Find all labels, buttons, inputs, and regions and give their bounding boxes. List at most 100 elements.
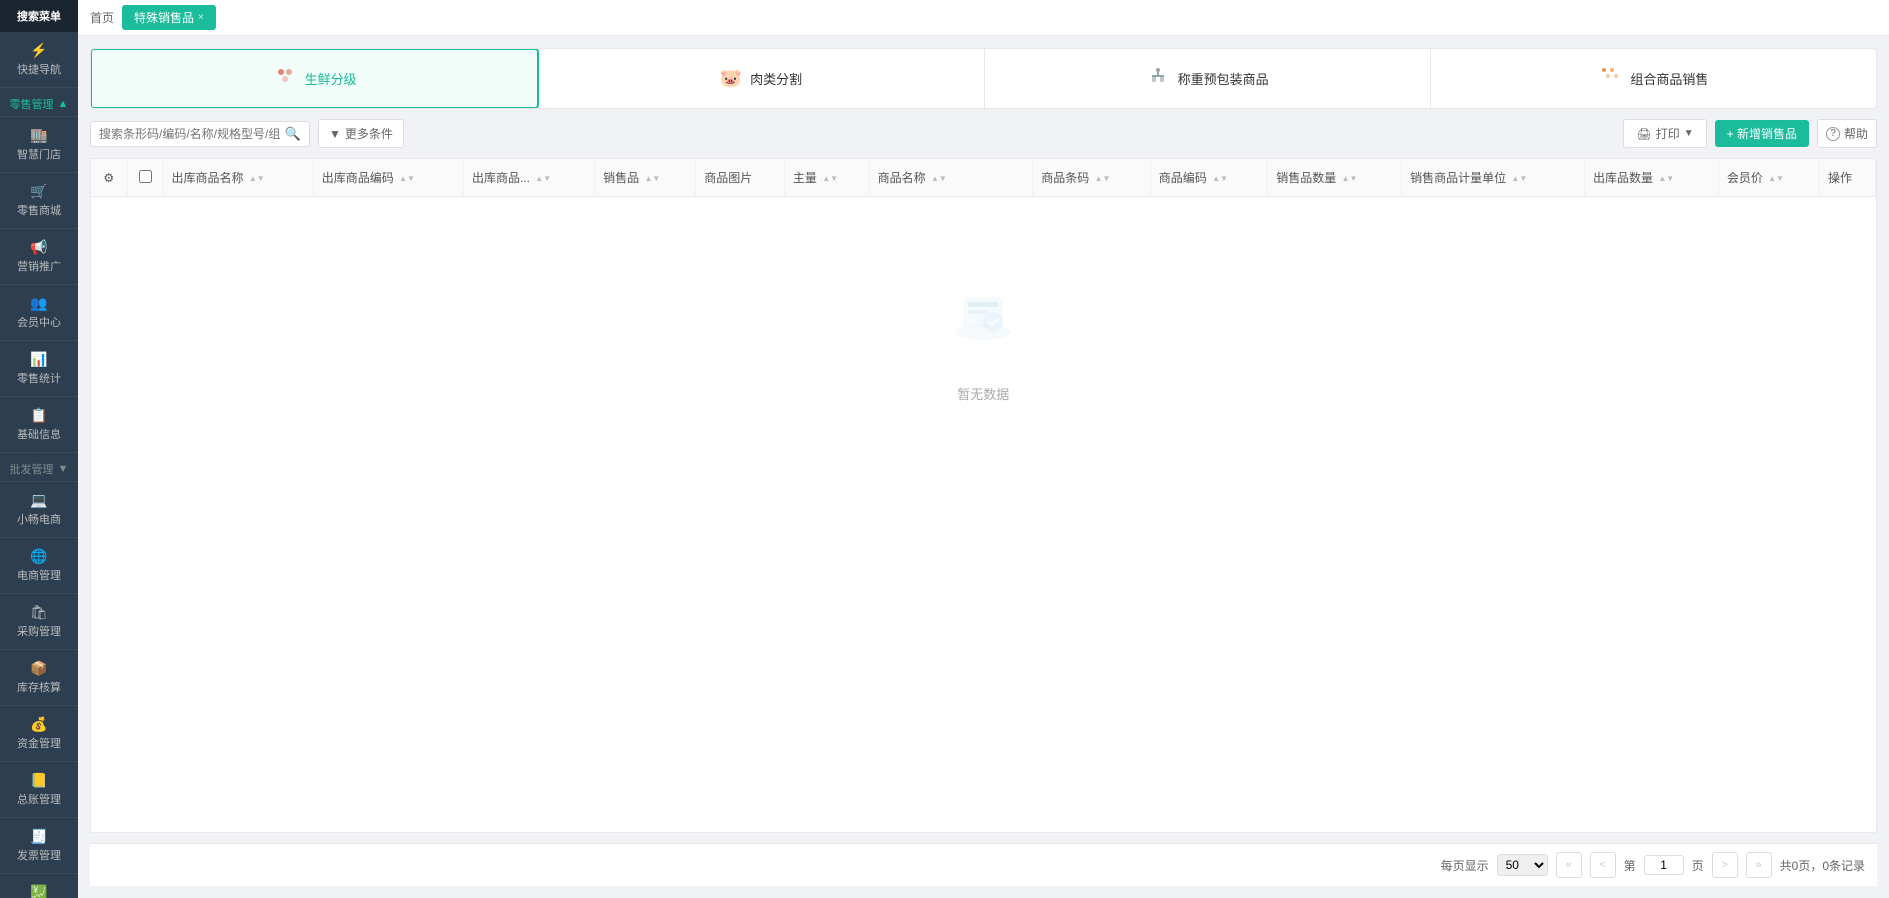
sort-icons[interactable]: ▲▼ [822, 174, 838, 183]
th-action: 操作 [1820, 159, 1876, 197]
sort-icons[interactable]: ▲▼ [535, 174, 551, 183]
tab-weighing-pack[interactable]: 称重预包装商品 [985, 49, 1431, 108]
sidebar-item-retail-stats[interactable]: 📊 零售统计 [0, 341, 78, 397]
close-tab-icon[interactable]: × [198, 12, 204, 23]
help-button[interactable]: ? 帮助 [1817, 119, 1877, 148]
sort-icons[interactable]: ▲▼ [399, 174, 415, 183]
tax-mgmt-icon: 💹 [30, 884, 47, 898]
retail-mall-icon: 🛒 [30, 183, 47, 200]
th-member-price: 会员价 ▲▼ [1718, 159, 1819, 197]
smart-store-icon: 🏬 [30, 127, 47, 144]
sidebar-item-smart-store[interactable]: 🏬 智慧门店 [0, 117, 78, 173]
sort-icons[interactable]: ▲▼ [1212, 174, 1228, 183]
per-page-label: 每页显示 [1441, 857, 1489, 874]
weighing-pack-label: 称重预包装商品 [1178, 69, 1269, 88]
th-checkbox[interactable] [127, 159, 163, 197]
prev-page-button[interactable]: < [1590, 852, 1616, 878]
chevron-down-icon: ▼ [58, 463, 69, 475]
general-ledger-icon: 📒 [30, 772, 47, 789]
th-out-product-name: 出库商品名称 ▲▼ [163, 159, 313, 197]
sidebar-item-wholesale-mgmt[interactable]: 批发管理 ▼ [0, 453, 78, 482]
th-sales-quantity: 销售品数量 ▲▼ [1268, 159, 1402, 197]
th-product-name: 商品名称 ▲▼ [869, 159, 1033, 197]
main-content: 首页 特殊销售品 × 生鲜分级 🐷 肉类分割 [78, 0, 1889, 898]
sidebar-item-label: 库存核算 [17, 679, 61, 695]
filter-button[interactable]: ▼ 更多条件 [318, 119, 404, 148]
th-out-quantity: 出库品数量 ▲▼ [1585, 159, 1719, 197]
print-button[interactable]: 🖨 打印 ▼ [1623, 119, 1706, 148]
sort-icons[interactable]: ▲▼ [1095, 174, 1111, 183]
first-page-button[interactable]: « [1556, 852, 1582, 878]
sidebar-item-ecomm-mgmt[interactable]: 🌐 电商管理 [0, 538, 78, 594]
meat-cutting-icon: 🐷 [720, 68, 742, 89]
sidebar-item-label: 零售商城 [17, 202, 61, 218]
search-box[interactable]: 🔍 [90, 121, 310, 147]
per-page-select[interactable]: 50 10 20 100 [1497, 854, 1548, 876]
tab-fresh-grading[interactable]: 生鲜分级 [90, 48, 539, 109]
th-settings[interactable]: ⚙ [91, 159, 127, 197]
sort-icons[interactable]: ▲▼ [249, 174, 265, 183]
sidebar-item-tax-mgmt[interactable]: 💹 税务管理 [0, 874, 78, 898]
last-page-button[interactable]: » [1746, 852, 1772, 878]
content-area: 生鲜分级 🐷 肉类分割 称重预包装商品 [78, 36, 1889, 898]
add-button[interactable]: + 新增销售品 [1715, 120, 1809, 147]
help-icon: ? [1826, 127, 1840, 141]
sidebar-item-label: 会员中心 [17, 314, 61, 330]
sidebar-item-invoice-mgmt[interactable]: 🧾 发票管理 [0, 818, 78, 874]
settings-icon: ⚙ [103, 171, 114, 185]
sidebar-item-purchase-mgmt[interactable]: 🛍 采购管理 [0, 594, 78, 650]
sidebar-item-mini-ecomm[interactable]: 💻 小畅电商 [0, 482, 78, 538]
sort-icons[interactable]: ▲▼ [644, 174, 660, 183]
sidebar-item-member-center[interactable]: 👥 会员中心 [0, 285, 78, 341]
sidebar-item-general-ledger[interactable]: 📒 总账管理 [0, 762, 78, 818]
toolbar: 🔍 ▼ 更多条件 🖨 打印 ▼ + 新增销售品 ? 帮助 [90, 119, 1877, 148]
sidebar-logo: 搜索菜单 [0, 0, 78, 32]
sort-icons[interactable]: ▲▼ [931, 174, 947, 183]
page-label: 第 [1624, 857, 1636, 874]
sidebar-item-finance-mgmt[interactable]: 💰 资金管理 [0, 706, 78, 762]
search-input[interactable] [99, 127, 281, 141]
page-input[interactable] [1644, 855, 1684, 875]
pagination: 每页显示 50 10 20 100 « < 第 页 > » 共0页，0条记录 [90, 843, 1877, 886]
sidebar-item-label: 智慧门店 [17, 146, 61, 162]
print-dropdown-icon: ▼ [1684, 128, 1694, 139]
next-page-button[interactable]: > [1712, 852, 1738, 878]
sidebar-item-label: 总账管理 [17, 791, 61, 807]
th-sales-unit: 销售商品计量单位 ▲▼ [1402, 159, 1585, 197]
sort-icons[interactable]: ▲▼ [1658, 174, 1674, 183]
basic-info-icon: 📋 [30, 407, 47, 424]
combo-sales-label: 组合商品销售 [1630, 69, 1708, 88]
sort-icons[interactable]: ▲▼ [1511, 174, 1527, 183]
page-suffix: 页 [1692, 857, 1704, 874]
sidebar-item-sales-promo[interactable]: 📢 营销推广 [0, 229, 78, 285]
data-table-container: ⚙ 出库商品名称 ▲▼ 出库商品编码 ▲▼ [90, 158, 1877, 833]
sidebar-item-basic-info[interactable]: 📋 基础信息 [0, 397, 78, 453]
quick-nav-icon: ⚡ [30, 42, 47, 59]
sidebar: 搜索菜单 ⚡ 快捷导航 零售管理 ▲ 🏬 智慧门店 🛒 零售商城 📢 营销推广 … [0, 0, 78, 898]
sidebar-item-label: 快捷导航 [17, 61, 61, 77]
total-info: 共0页，0条记录 [1780, 857, 1865, 874]
active-tab[interactable]: 特殊销售品 × [122, 5, 216, 30]
invoice-mgmt-icon: 🧾 [30, 828, 47, 845]
finance-mgmt-icon: 💰 [30, 716, 47, 733]
sidebar-item-quick-nav[interactable]: ⚡ 快捷导航 [0, 32, 78, 88]
ecomm-mgmt-icon: 🌐 [30, 548, 47, 565]
home-breadcrumb[interactable]: 首页 [90, 9, 114, 26]
sidebar-item-retail-mgmt[interactable]: 零售管理 ▲ [0, 88, 78, 117]
sidebar-item-retail-mall[interactable]: 🛒 零售商城 [0, 173, 78, 229]
search-icon: 🔍 [285, 126, 301, 142]
th-sales-product: 销售品 ▲▼ [595, 159, 696, 197]
wholesale-mgmt-label: 批发管理 [10, 461, 54, 477]
sidebar-item-label: 小畅电商 [17, 511, 61, 527]
sidebar-item-label: 电商管理 [17, 567, 61, 583]
filter-label: 更多条件 [345, 125, 393, 142]
tab-meat-cutting[interactable]: 🐷 肉类分割 [538, 49, 984, 108]
tab-combo-sales[interactable]: 组合商品销售 [1431, 49, 1876, 108]
filter-icon: ▼ [329, 127, 341, 141]
select-all-checkbox[interactable] [139, 170, 152, 183]
sidebar-item-inventory[interactable]: 📦 库存核算 [0, 650, 78, 706]
category-tabs: 生鲜分级 🐷 肉类分割 称重预包装商品 [90, 48, 1877, 109]
sort-icons[interactable]: ▲▼ [1342, 174, 1358, 183]
th-product-image: 商品图片 [696, 159, 785, 197]
sort-icons[interactable]: ▲▼ [1768, 174, 1784, 183]
